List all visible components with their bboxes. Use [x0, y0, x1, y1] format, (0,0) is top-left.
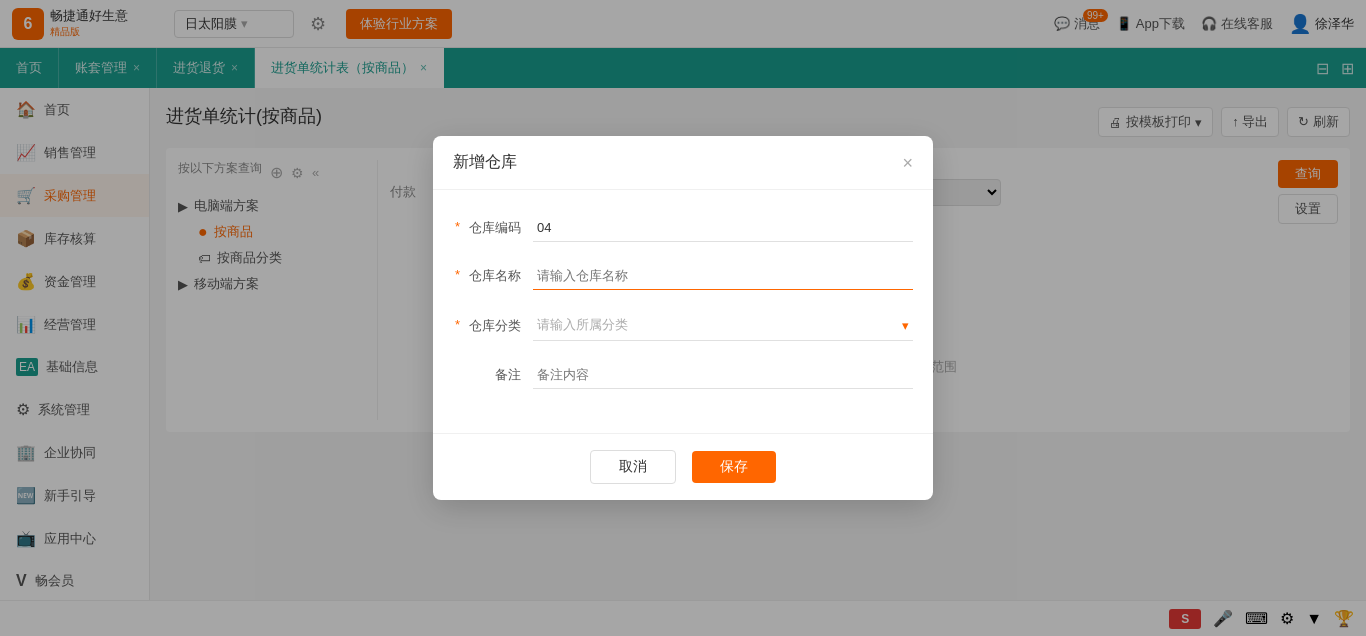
warehouse-note-input[interactable]: [533, 361, 913, 389]
warehouse-note-row: 备注: [453, 361, 913, 389]
warehouse-code-input[interactable]: [533, 214, 913, 242]
warehouse-code-label: 仓库编码: [453, 219, 533, 237]
modal-footer: 取消 保存: [433, 433, 933, 500]
warehouse-category-placeholder: 请输入所属分类: [537, 316, 628, 334]
category-dropdown-icon: ▾: [902, 318, 909, 333]
warehouse-category-label: 仓库分类: [453, 317, 533, 335]
warehouse-name-input[interactable]: [533, 262, 913, 290]
warehouse-category-row: 仓库分类 请输入所属分类 ▾: [453, 310, 913, 341]
modal-body: 仓库编码 仓库名称 仓库分类 请输入所属分类 ▾ 备注: [433, 190, 933, 433]
warehouse-name-label: 仓库名称: [453, 267, 533, 285]
modal-header: 新增仓库 ×: [433, 136, 933, 190]
modal-title: 新增仓库: [453, 152, 517, 173]
warehouse-note-label: 备注: [453, 366, 533, 384]
cancel-button[interactable]: 取消: [590, 450, 676, 484]
warehouse-category-select[interactable]: 请输入所属分类 ▾: [533, 310, 913, 341]
modal-backdrop: 新增仓库 × 仓库编码 仓库名称 仓库分类 请输入所属分类 ▾: [0, 0, 1366, 636]
warehouse-name-row: 仓库名称: [453, 262, 913, 290]
warehouse-code-row: 仓库编码: [453, 214, 913, 242]
add-warehouse-modal: 新增仓库 × 仓库编码 仓库名称 仓库分类 请输入所属分类 ▾: [433, 136, 933, 500]
modal-close-button[interactable]: ×: [902, 154, 913, 172]
save-button[interactable]: 保存: [692, 451, 776, 483]
